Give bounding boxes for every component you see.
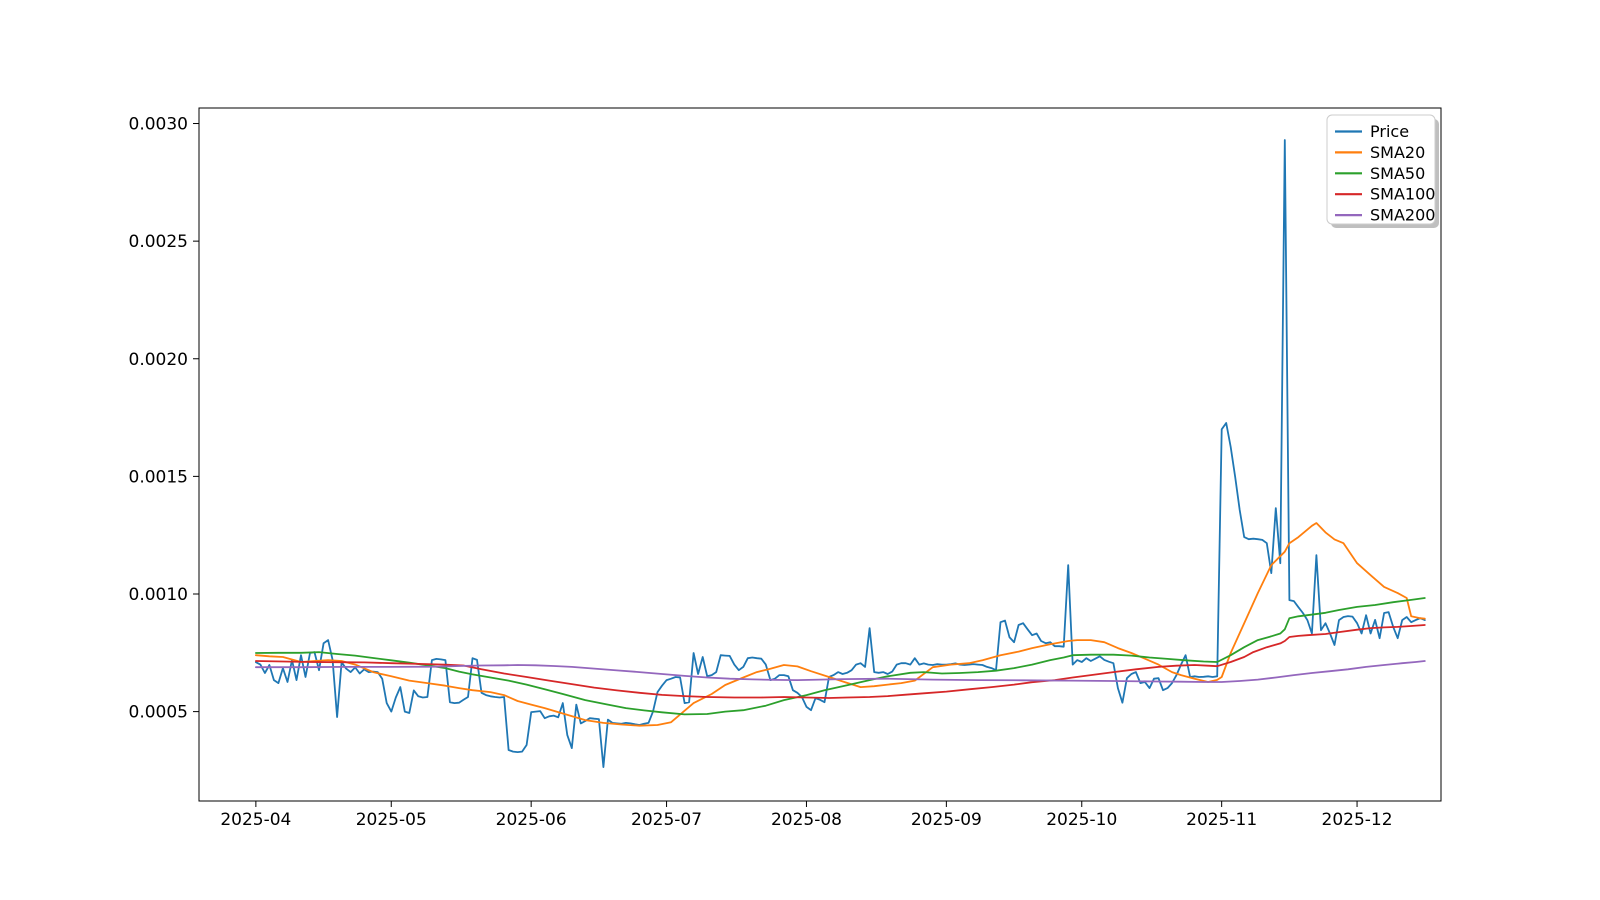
legend-label-sma50: SMA50 [1370, 164, 1425, 183]
chart-svg: 2025-04 2025-05 2025-06 2025-07 2025-08 2025-… [129, 107, 1442, 830]
y-tick-label: 0.0015 [129, 467, 188, 487]
y-tick-label: 0.0025 [129, 232, 188, 252]
sma20-line [254, 522, 1426, 727]
legend-label-price: Price [1370, 122, 1409, 141]
x-tick-label: 2025-04 [220, 810, 291, 830]
x-tick-label: 2025-09 [911, 810, 982, 830]
price-sma-chart-figure: 2025-04 2025-05 2025-06 2025-07 2025-08 2025-… [0, 0, 1600, 900]
y-tick-label: 0.0010 [129, 585, 188, 605]
x-tick-label: 2025-06 [496, 810, 567, 830]
x-tick-label: 2025-12 [1322, 810, 1393, 830]
legend-label-sma200: SMA200 [1370, 206, 1435, 225]
x-tick-label: 2025-10 [1046, 810, 1117, 830]
x-tick-label: 2025-05 [356, 810, 427, 830]
legend-label-sma100: SMA100 [1370, 185, 1435, 204]
x-tick-label: 2025-08 [771, 810, 842, 830]
y-tick-label: 0.0020 [129, 350, 188, 370]
x-tick-label: 2025-11 [1186, 810, 1257, 830]
y-tick-label: 0.0005 [129, 703, 188, 723]
y-tick-label: 0.0030 [129, 115, 188, 135]
price-line [254, 139, 1426, 768]
x-tick-label: 2025-07 [631, 810, 702, 830]
legend-label-sma20: SMA20 [1370, 143, 1425, 162]
